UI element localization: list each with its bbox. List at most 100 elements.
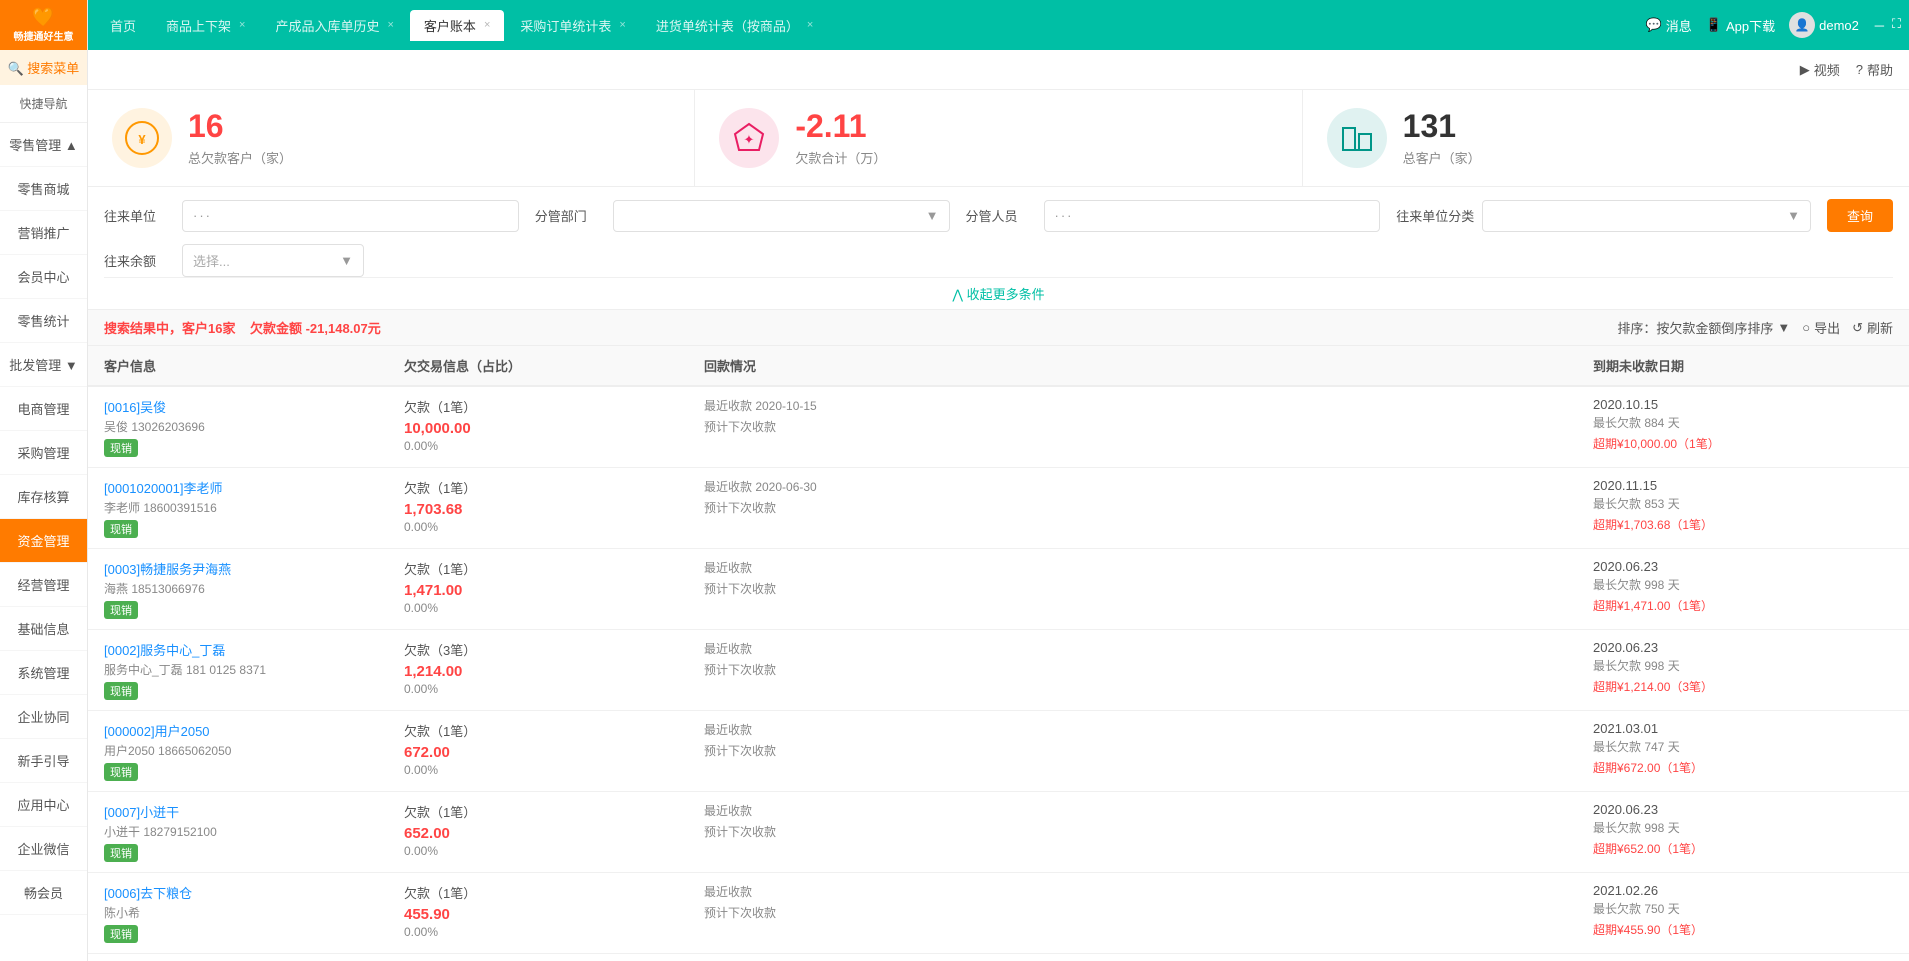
- debt-info-2: 欠款（1笔） 1,471.00 0.00%: [404, 559, 704, 615]
- customer-name-1[interactable]: [0001020001]李老师: [104, 478, 404, 497]
- sidebar-item-ecommerce[interactable]: 电商管理: [0, 387, 87, 431]
- source-unit-label: 往来单位: [104, 206, 174, 225]
- sidebar-item-newbie[interactable]: 新手引导: [0, 739, 87, 783]
- tab-production-history-close[interactable]: ×: [387, 19, 393, 31]
- customer-name-6[interactable]: [0006]去下粮仓: [104, 883, 404, 902]
- search-menu-label: 搜索菜单: [27, 61, 79, 76]
- sidebar-item-corp[interactable]: 企业协同: [0, 695, 87, 739]
- recovery-date-0: 最近收款 2020-10-15: [704, 397, 1593, 414]
- overdue-link-5[interactable]: 超期¥652.00（1笔）: [1593, 840, 1893, 857]
- sidebar-item-inventory[interactable]: 库存核算: [0, 475, 87, 519]
- stat-icon-amount: ✦: [719, 108, 779, 168]
- message-btn[interactable]: 💬 消息: [1646, 16, 1692, 35]
- tab-purchase-stats[interactable]: 采购订单统计表 ×: [506, 10, 639, 41]
- results-bar: 搜索结果中，客户16家 欠款金额 -21,148.07元 排序：按欠款金额倒序排…: [88, 310, 1909, 346]
- tab-products-off[interactable]: 商品上下架 ×: [152, 10, 259, 41]
- table-row: [0002]服务中心_丁磊 服务中心_丁磊 181 0125 8371 现销 欠…: [88, 630, 1909, 711]
- tab-purchase-stats-label: 采购订单统计表: [520, 16, 611, 35]
- due-info-4: 2021.03.01 最长欠款 747 天 超期¥672.00（1笔）: [1593, 721, 1893, 776]
- user-avatar-btn[interactable]: 👤 demo2: [1789, 12, 1859, 38]
- sidebar: 🧡 畅捷通好生意 🔍 搜索菜单 快捷导航 零售管理 ▲ 零售商城 营销推广 会员…: [0, 0, 88, 961]
- customer-sub-3: 服务中心_丁磊 181 0125 8371: [104, 661, 404, 678]
- sort-dropdown[interactable]: 排序：按欠款金额倒序排序 ▼: [1617, 318, 1790, 337]
- overdue-link-4[interactable]: 超期¥672.00（1笔）: [1593, 759, 1893, 776]
- source-unit-input[interactable]: ···: [182, 200, 519, 232]
- filter-balance: 往来余额 选择... ▼: [104, 244, 364, 277]
- video-btn[interactable]: ▶ 视频: [1800, 60, 1840, 79]
- sidebar-item-label: 资金管理: [17, 534, 69, 549]
- sidebar-item-marketing[interactable]: 营销推广: [0, 211, 87, 255]
- app-download-icon: 📱: [1706, 17, 1722, 33]
- tab-customer-account[interactable]: 客户账本 ×: [410, 10, 504, 41]
- sidebar-item-label: 零售统计: [17, 314, 69, 329]
- customer-tag-5: 现销: [104, 844, 138, 862]
- debt-amount-2: 1,471.00: [404, 582, 704, 599]
- sidebar-item-retail-mgmt[interactable]: 零售管理 ▲: [0, 123, 87, 167]
- customer-name-4[interactable]: [000002]用户2050: [104, 721, 404, 740]
- export-label: 导出: [1814, 318, 1840, 337]
- video-icon: ▶: [1800, 62, 1810, 78]
- stat-icon-total: [1327, 108, 1387, 168]
- customer-name-5[interactable]: [0007]小迸干: [104, 802, 404, 821]
- sidebar-item-retail-stats[interactable]: 零售统计: [0, 299, 87, 343]
- sidebar-item-capital[interactable]: 资金管理: [0, 519, 87, 563]
- overdue-link-2[interactable]: 超期¥1,471.00（1笔）: [1593, 597, 1893, 614]
- tab-customer-account-close[interactable]: ×: [484, 19, 490, 31]
- customer-tag-1: 现销: [104, 520, 138, 538]
- sidebar-item-batch-mgmt[interactable]: 批发管理 ▼: [0, 343, 87, 387]
- unit-category-input[interactable]: ▼: [1482, 200, 1811, 232]
- collapse-filters-btn[interactable]: ⋀ 收起更多条件: [104, 277, 1893, 309]
- quick-nav-btn[interactable]: 快捷导航: [0, 85, 87, 123]
- sidebar-item-retail-mall[interactable]: 零售商城: [0, 167, 87, 211]
- tab-home[interactable]: 首页: [96, 10, 150, 41]
- sidebar-item-system[interactable]: 系统管理: [0, 651, 87, 695]
- search-button[interactable]: 查询: [1827, 199, 1893, 232]
- recovery-next-1: 预计下次收款: [704, 499, 1593, 516]
- sidebar-item-apps[interactable]: 应用中心: [0, 783, 87, 827]
- sidebar-item-basic-info[interactable]: 基础信息: [0, 607, 87, 651]
- search-menu-btn[interactable]: 🔍 搜索菜单: [0, 50, 87, 85]
- customer-name-2[interactable]: [0003]畅捷服务尹海燕: [104, 559, 404, 578]
- maximize-icon[interactable]: ⛶: [1892, 16, 1901, 35]
- tab-production-history[interactable]: 产成品入库单历史 ×: [261, 10, 407, 41]
- debt-count-0: 欠款（1笔）: [404, 397, 704, 416]
- due-date-2: 2020.06.23: [1593, 559, 1893, 574]
- help-btn[interactable]: ? 帮助: [1856, 60, 1893, 79]
- refresh-btn[interactable]: ↺ 刷新: [1852, 318, 1893, 337]
- customer-sub-1: 李老师 18600391516: [104, 499, 404, 516]
- overdue-link-6[interactable]: 超期¥455.90（1笔）: [1593, 921, 1893, 938]
- max-days-6: 最长欠款 750 天: [1593, 900, 1893, 917]
- due-date-1: 2020.11.15: [1593, 478, 1893, 493]
- sidebar-item-vip[interactable]: 畅会员: [0, 871, 87, 915]
- diamond-icon: ✦: [731, 120, 767, 156]
- minimize-icon[interactable]: －: [1873, 16, 1886, 35]
- tab-inbound-stats[interactable]: 进货单统计表（按商品） ×: [642, 10, 827, 41]
- recovery-next-2: 预计下次收款: [704, 580, 1593, 597]
- overdue-link-0[interactable]: 超期¥10,000.00（1笔）: [1593, 435, 1893, 452]
- due-info-6: 2021.02.26 最长欠款 750 天 超期¥455.90（1笔）: [1593, 883, 1893, 938]
- sidebar-item-label: 库存核算: [17, 490, 69, 505]
- recovery-date-5: 最近收款: [704, 802, 1593, 819]
- debt-info-0: 欠款（1笔） 10,000.00 0.00%: [404, 397, 704, 453]
- tab-inbound-stats-close[interactable]: ×: [807, 19, 813, 31]
- sidebar-item-member[interactable]: 会员中心: [0, 255, 87, 299]
- tab-products-off-close[interactable]: ×: [239, 19, 245, 31]
- debt-info-3: 欠款（3笔） 1,214.00 0.00%: [404, 640, 704, 696]
- app-download-btn[interactable]: 📱 App下载: [1706, 16, 1775, 35]
- person-input[interactable]: ···: [1044, 200, 1381, 232]
- table-row: [0016]吴俊 吴俊 13026203696 现销 欠款（1笔） 10,000…: [88, 387, 1909, 468]
- sidebar-item-wechat[interactable]: 企业微信: [0, 827, 87, 871]
- sidebar-item-purchase[interactable]: 采购管理: [0, 431, 87, 475]
- table-row: [000001]黄思源 黄思源 13552700226 现销 欠款（1笔） 42…: [88, 954, 1909, 961]
- export-btn[interactable]: ○ 导出: [1802, 318, 1840, 337]
- dept-input[interactable]: ▼: [613, 200, 950, 232]
- table-header: 客户信息 欠交易信息（占比） 回款情况 到期未收款日期: [88, 346, 1909, 387]
- customer-name-0[interactable]: [0016]吴俊: [104, 397, 404, 416]
- overdue-link-3[interactable]: 超期¥1,214.00（3笔）: [1593, 678, 1893, 695]
- sidebar-item-ops[interactable]: 经营管理: [0, 563, 87, 607]
- tab-purchase-stats-close[interactable]: ×: [619, 19, 625, 31]
- customer-name-3[interactable]: [0002]服务中心_丁磊: [104, 640, 404, 659]
- recovery-next-0: 预计下次收款: [704, 418, 1593, 435]
- overdue-link-1[interactable]: 超期¥1,703.68（1笔）: [1593, 516, 1893, 533]
- balance-input[interactable]: 选择... ▼: [182, 244, 364, 277]
